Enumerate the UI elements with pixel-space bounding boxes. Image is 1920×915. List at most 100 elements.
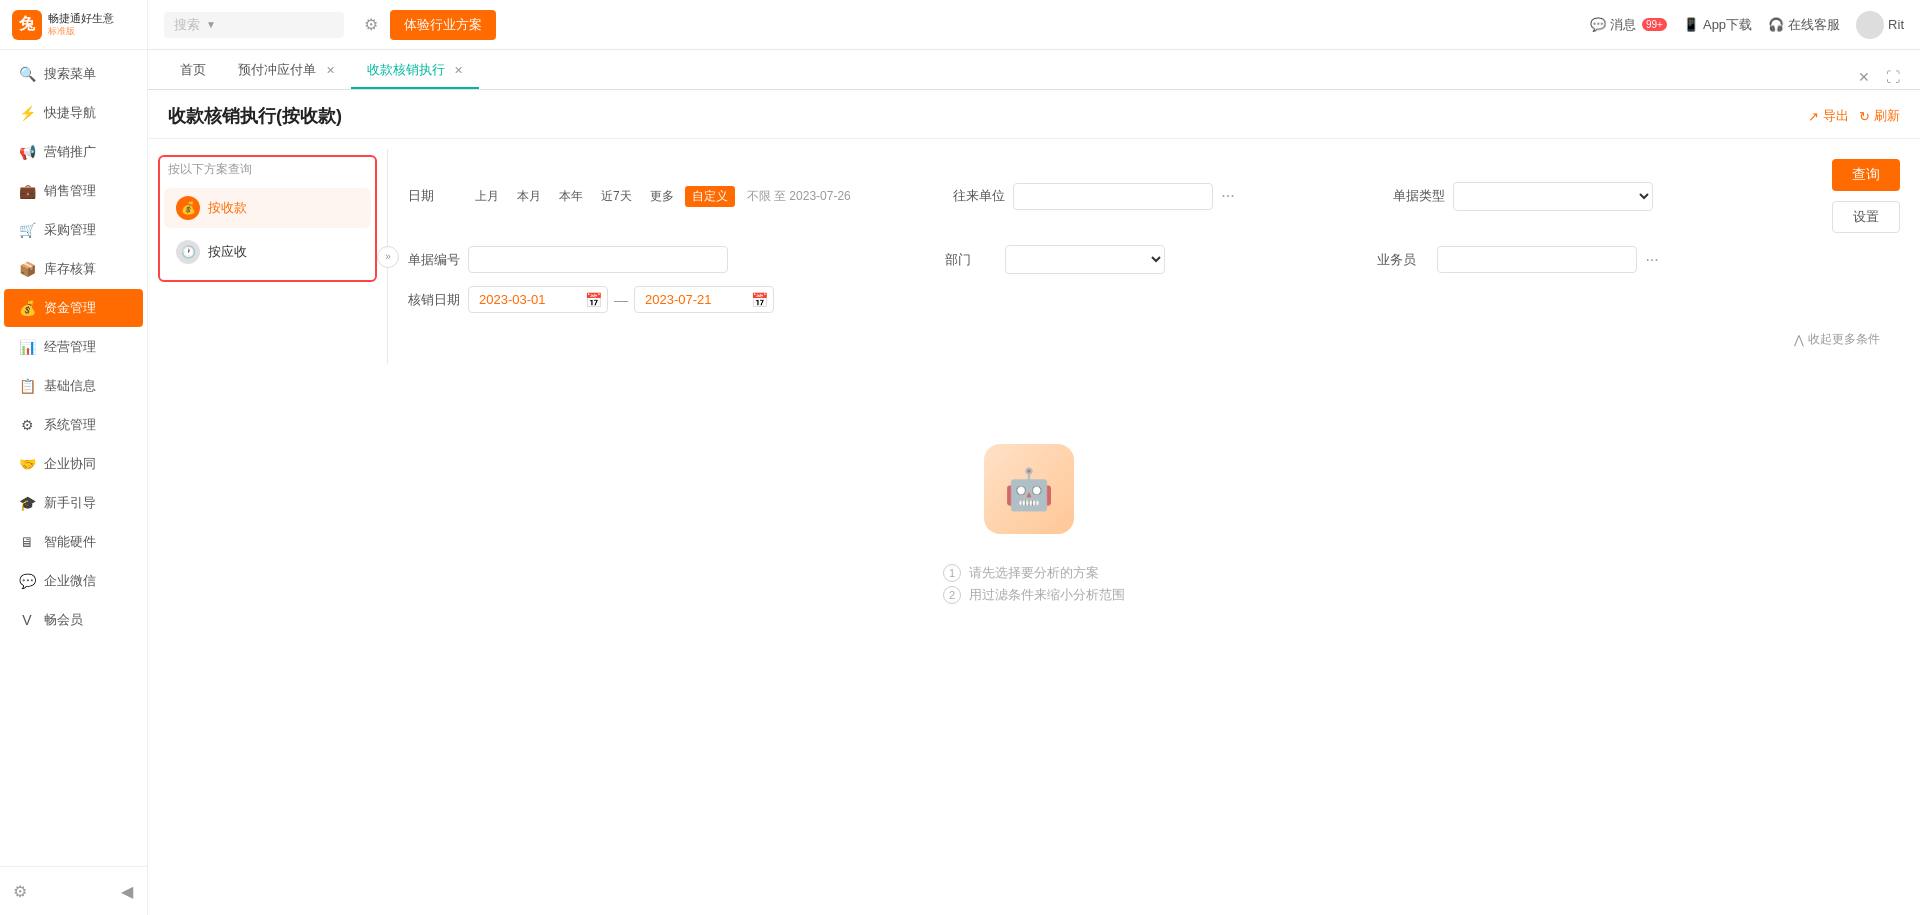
sidebar-label-basicinfo: 基础信息	[44, 377, 96, 395]
logo-text: 畅捷通好生意 标准版	[48, 11, 114, 38]
query-button[interactable]: 查询	[1832, 159, 1900, 191]
staff-dots-icon[interactable]: ···	[1645, 251, 1658, 269]
filter-sidebar-collapse-btn[interactable]: »	[377, 246, 399, 268]
logo-subtitle: 标准版	[48, 25, 114, 38]
tab-home[interactable]: 首页	[164, 53, 222, 89]
docno-input[interactable]	[468, 246, 728, 273]
settings-gear-icon[interactable]: ⚙	[4, 875, 36, 907]
hardware-icon: 🖥	[18, 533, 36, 551]
verify-date-start-cal-icon[interactable]: 📅	[585, 292, 602, 308]
app-download-button[interactable]: 📱 App下载	[1683, 16, 1752, 34]
sidebar-label-purchase: 采购管理	[44, 221, 96, 239]
logo-icon: 兔	[12, 10, 42, 40]
member-icon: V	[18, 611, 36, 629]
export-icon: ↗	[1808, 109, 1819, 124]
topbar: 搜索 ▼ ⚙ 体验行业方案 💬 消息 99+ 📱 App下载 🎧 在线客服	[148, 0, 1920, 50]
verify-date-start-wrap: 📅	[468, 286, 608, 313]
wechat-icon: 💬	[18, 572, 36, 590]
sidebar-item-purchase[interactable]: 🛒 采购管理	[4, 211, 143, 249]
sidebar-item-sales[interactable]: 💼 销售管理	[4, 172, 143, 210]
partner-input[interactable]	[1013, 183, 1213, 210]
tabbar-close-all-icon[interactable]: ✕	[1854, 65, 1874, 89]
date-btn-this-month[interactable]: 本月	[510, 186, 548, 207]
collapse-more-btn[interactable]: ⋀ 收起更多条件	[408, 325, 1900, 354]
tab-receipt-label: 收款核销执行	[367, 62, 445, 77]
main-area: 搜索 ▼ ⚙ 体验行业方案 💬 消息 99+ 📱 App下载 🎧 在线客服	[148, 0, 1920, 915]
sidebar-label-system: 系统管理	[44, 416, 96, 434]
sidebar-item-hardware[interactable]: 🖥 智能硬件	[4, 523, 143, 561]
sidebar-label-search: 搜索菜单	[44, 65, 96, 83]
collapse-sidebar-icon[interactable]: ◀	[111, 875, 143, 907]
sidebar-item-member[interactable]: V 畅会员	[4, 601, 143, 639]
sidebar-item-inventory[interactable]: 📦 库存核算	[4, 250, 143, 288]
sidebar-item-search[interactable]: 🔍 搜索菜单	[4, 55, 143, 93]
empty-state: 🤖 1 请先选择要分析的方案 2 用过滤条件来缩小分析范围	[148, 364, 1920, 668]
tab-prepay[interactable]: 预付冲应付单 ✕	[222, 53, 351, 89]
filter-panel: 按以下方案查询 💰 按收款 🕐 按应收 »	[148, 138, 1920, 364]
sidebar-label-collab: 企业协同	[44, 455, 96, 473]
date-btn-custom[interactable]: 自定义	[685, 186, 735, 207]
sidebar-bottom: ⚙ ◀	[0, 866, 147, 915]
user-area[interactable]: Rit	[1856, 11, 1904, 39]
topbar-gear-icon[interactable]: ⚙	[364, 15, 378, 34]
tab-prepay-close-icon[interactable]: ✕	[326, 64, 335, 76]
settings-button[interactable]: 设置	[1832, 201, 1900, 233]
solution-button[interactable]: 体验行业方案	[390, 10, 496, 40]
topbar-right: 💬 消息 99+ 📱 App下载 🎧 在线客服 Rit	[1590, 11, 1904, 39]
sidebar-item-management[interactable]: 📊 经营管理	[4, 328, 143, 366]
date-btn-last-month[interactable]: 上月	[468, 186, 506, 207]
marketing-icon: 📢	[18, 143, 36, 161]
date-btn-this-year[interactable]: 本年	[552, 186, 590, 207]
filter-option-by-receipt[interactable]: 💰 按收款	[164, 188, 371, 228]
sales-icon: 💼	[18, 182, 36, 200]
date-buttons: 上月 本月 本年 近7天 更多 自定义	[468, 186, 735, 207]
page-header: 收款核销执行(按收款) ↗ 导出 ↻ 刷新	[148, 90, 1920, 138]
messages-button[interactable]: 💬 消息 99+	[1590, 16, 1667, 34]
sidebar-item-finance[interactable]: 💰 资金管理	[4, 289, 143, 327]
staff-input[interactable]	[1437, 246, 1637, 273]
quicknav-icon: ⚡	[18, 104, 36, 122]
tabbar-actions: ✕ ⛶	[1854, 65, 1904, 89]
topbar-search-placeholder: 搜索	[174, 16, 200, 34]
service-icon: 🎧	[1768, 17, 1784, 32]
sidebar-item-system[interactable]: ⚙ 系统管理	[4, 406, 143, 444]
user-name: Rit	[1888, 17, 1904, 32]
topbar-search-area[interactable]: 搜索 ▼	[164, 12, 344, 38]
filter-option-receipt-label: 按收款	[208, 199, 247, 217]
date-btn-7days[interactable]: 近7天	[594, 186, 639, 207]
sidebar: 兔 畅捷通好生意 标准版 🔍 搜索菜单 ⚡ 快捷导航 📢 营销推广 💼 销售管理…	[0, 0, 148, 915]
sidebar-label-member: 畅会员	[44, 611, 83, 629]
filter-group-staff: 业务员 ···	[1377, 246, 1794, 273]
sidebar-item-wechat[interactable]: 💬 企业微信	[4, 562, 143, 600]
tabbar-expand-icon[interactable]: ⛶	[1882, 65, 1904, 89]
sidebar-item-marketing[interactable]: 📢 营销推广	[4, 133, 143, 171]
tab-receipt[interactable]: 收款核销执行 ✕	[351, 53, 480, 89]
finance-icon: 💰	[18, 299, 36, 317]
collapse-arrow-icon: ⋀	[1794, 333, 1804, 347]
date-btn-more[interactable]: 更多	[643, 186, 681, 207]
sidebar-item-quicknav[interactable]: ⚡ 快捷导航	[4, 94, 143, 132]
sidebar-item-collab[interactable]: 🤝 企业协同	[4, 445, 143, 483]
verify-date-end-cal-icon[interactable]: 📅	[751, 292, 768, 308]
refresh-button[interactable]: ↻ 刷新	[1859, 107, 1900, 125]
sidebar-item-guide[interactable]: 🎓 新手引导	[4, 484, 143, 522]
service-label: 在线客服	[1788, 16, 1840, 34]
user-avatar	[1856, 11, 1884, 39]
filter-sidebar-title: 按以下方案查询	[164, 161, 371, 178]
app-download-icon: 📱	[1683, 17, 1699, 32]
logo-title: 畅捷通好生意	[48, 11, 114, 25]
service-button[interactable]: 🎧 在线客服	[1768, 16, 1840, 34]
tab-receipt-close-icon[interactable]: ✕	[454, 64, 463, 76]
filter-main: 日期 上月 本月 本年 近7天 更多 自定义 不限 至 2023-07-26	[388, 149, 1920, 364]
export-button[interactable]: ↗ 导出	[1808, 107, 1849, 125]
sidebar-item-basicinfo[interactable]: 📋 基础信息	[4, 367, 143, 405]
filter-option-by-receivable[interactable]: 🕐 按应收	[164, 232, 371, 272]
dept-select[interactable]	[1005, 245, 1165, 274]
partner-dots-icon[interactable]: ···	[1221, 187, 1234, 205]
messages-badge: 99+	[1642, 18, 1667, 31]
refresh-label: 刷新	[1874, 107, 1900, 125]
step2-text: 用过滤条件来缩小分析范围	[969, 586, 1125, 604]
sidebar-label-management: 经营管理	[44, 338, 96, 356]
doctype-select[interactable]	[1453, 182, 1653, 211]
doctype-label: 单据类型	[1393, 187, 1445, 205]
